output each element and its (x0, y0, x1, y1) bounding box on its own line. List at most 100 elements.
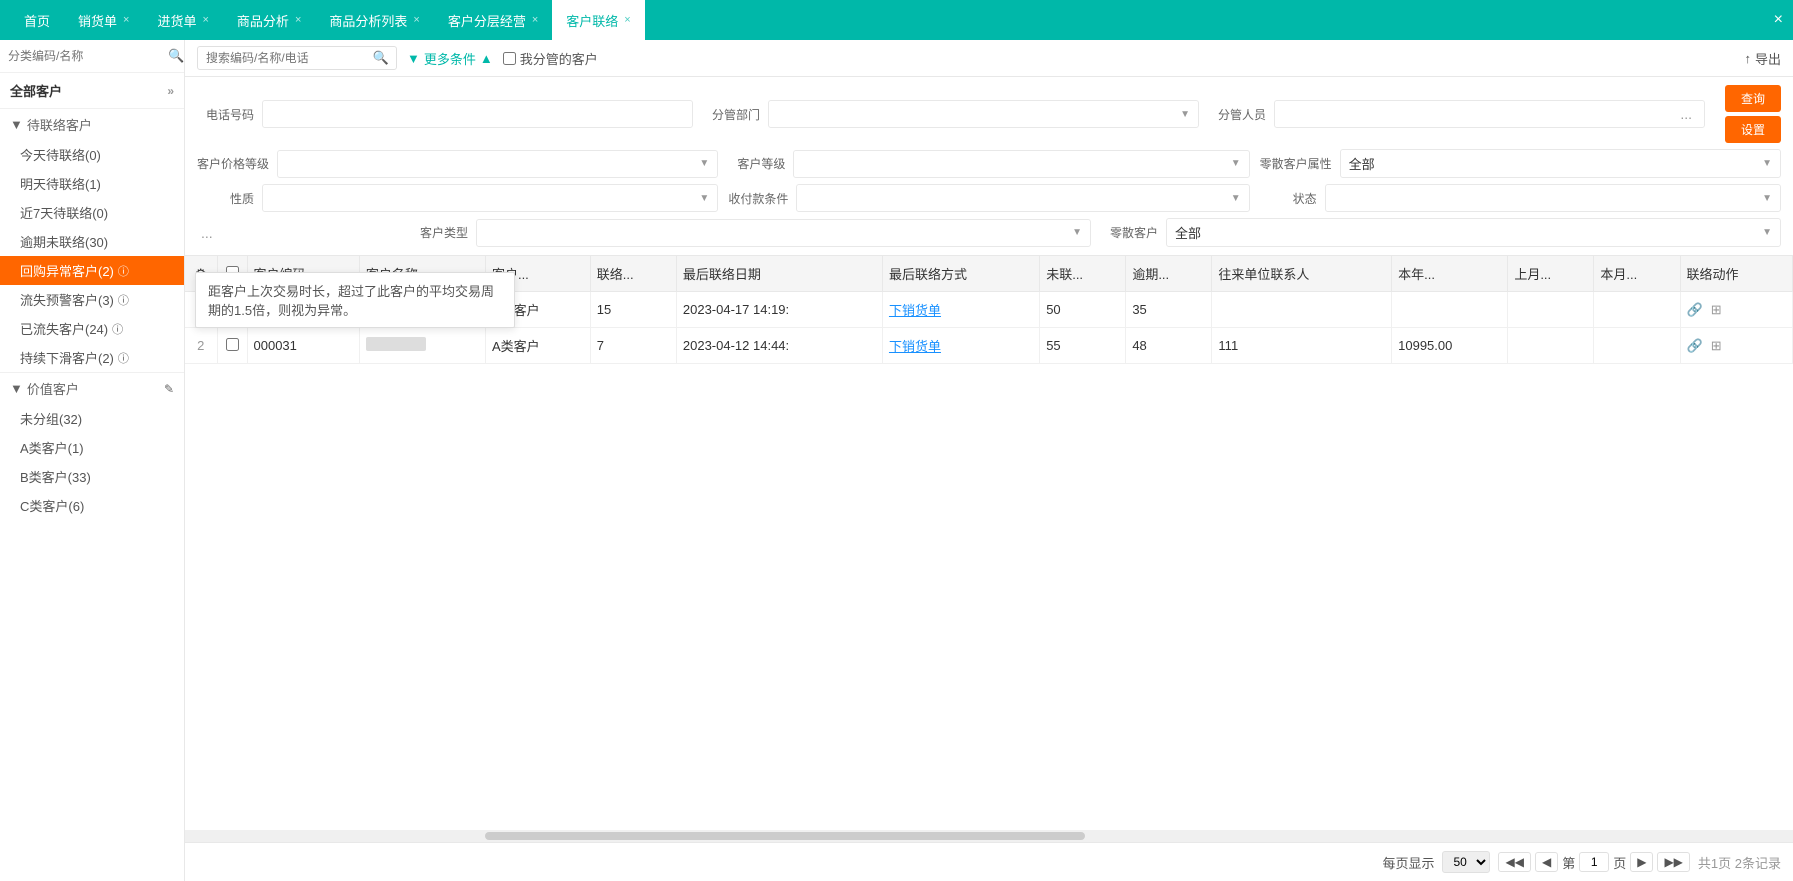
sidebar-item-b-class[interactable]: B类客户(33) (0, 462, 184, 491)
phone-input[interactable] (262, 100, 693, 128)
info-icon-2: ⓘ (118, 292, 129, 308)
col-this-month: 本月... (1594, 256, 1680, 292)
sidebar-search-input[interactable] (8, 49, 163, 63)
sidebar-item-churn-warning[interactable]: 流失预警客户(3) ⓘ (0, 285, 184, 314)
price-level-select[interactable]: ▼ (277, 150, 718, 178)
sidebar-item-today-followup[interactable]: 今天待联络(0) (0, 140, 184, 169)
close-product-analysis-icon[interactable]: × (295, 14, 301, 26)
sidebar-followup-section[interactable]: ▼ 待联络客户 (0, 109, 184, 140)
my-customer-checkbox[interactable] (503, 52, 516, 65)
branch-dept-select[interactable]: ▼ (768, 100, 1199, 128)
my-customer-checkbox-area: 我分管的客户 (503, 49, 598, 68)
page-label: 第 (1562, 853, 1575, 872)
nav-product-analysis-list[interactable]: 商品分析列表 × (315, 0, 433, 40)
repurchase-tooltip: 距客户上次交易时长，超过了此客户的平均交易周期的1.5倍，则视为异常。 (195, 272, 515, 328)
close-product-analysis-list-icon[interactable]: × (413, 14, 419, 26)
close-sales-order-icon[interactable]: × (123, 14, 129, 26)
customer-type-select[interactable]: ▼ (476, 219, 1091, 247)
page-next-button[interactable]: ▶ (1630, 852, 1653, 872)
sidebar-item-churned[interactable]: 已流失客户(24) ⓘ (0, 314, 184, 343)
row-contact-count-1: 15 (590, 292, 676, 328)
horizontal-scrollbar[interactable] (185, 830, 1793, 842)
settings-button[interactable]: 设置 (1725, 116, 1781, 143)
status-select[interactable]: ▼ (1325, 184, 1781, 212)
customer-level-arrow-icon: ▼ (1231, 158, 1241, 169)
search-bar-icon[interactable]: 🔍 (373, 50, 389, 66)
retail-customer-arrow-icon: ▼ (1762, 227, 1772, 238)
row-checkbox-2[interactable] (217, 328, 247, 364)
sidebar-item-repurchase-abnormal[interactable]: 回购异常客户(2) ⓘ (0, 256, 184, 285)
close-purchase-order-icon[interactable]: × (202, 14, 208, 26)
blurred-name-2 (366, 337, 426, 351)
page-last-button[interactable]: ▶▶ (1657, 852, 1689, 872)
sidebar-edit-icon[interactable]: ✎ (164, 382, 174, 396)
sidebar-item-7day-followup[interactable]: 近7天待联络(0) (0, 198, 184, 227)
page-suffix: 页 (1613, 853, 1626, 872)
gender-select[interactable]: ▼ (262, 184, 718, 212)
col-unlisted: 未联... (1040, 256, 1126, 292)
retail-attr-select[interactable]: 全部 ▼ (1340, 149, 1781, 178)
per-page-select[interactable]: 50 (1442, 851, 1490, 873)
sidebar-search-area: 🔍 (0, 40, 184, 73)
sidebar-item-unclassified[interactable]: 未分组(32) (0, 404, 184, 433)
sidebar-value-section[interactable]: ▼ 价值客户 ✎ (0, 372, 184, 404)
branch-person-input[interactable]: ... (1274, 100, 1705, 128)
nav-purchase-order[interactable]: 进货单 × (143, 0, 222, 40)
field-price-level: 客户价格等级 ▼ (197, 150, 718, 178)
row-last-date-1: 2023-04-17 14:19: (676, 292, 882, 328)
last-method-link-1[interactable]: 下销货单 (889, 303, 941, 318)
sidebar-collapse-icon[interactable]: » (167, 84, 174, 98)
col-last-month: 上月... (1508, 256, 1594, 292)
field-branch-person: 分管人员 ... (1209, 100, 1705, 128)
close-customer-contact-icon[interactable]: × (624, 14, 630, 26)
row-last-date-2: 2023-04-12 14:44: (676, 328, 882, 364)
export-button[interactable]: ↑ 导出 (1744, 49, 1781, 68)
sidebar-item-tomorrow-followup[interactable]: 明天待联络(1) (0, 169, 184, 198)
more-conditions-button[interactable]: ▼ 更多条件 ▲ (407, 49, 493, 68)
sidebar-item-declining[interactable]: 持续下滑客户(2) ⓘ (0, 343, 184, 372)
info-icon-3: ⓘ (112, 321, 123, 337)
search-input[interactable] (197, 46, 397, 70)
page-first-button[interactable]: ◀◀ (1498, 852, 1530, 872)
row-name-2 (359, 328, 485, 364)
row-contact-person-2: 111 (1212, 328, 1392, 364)
row-last-method-2[interactable]: 下销货单 (882, 328, 1039, 364)
last-method-link-2[interactable]: 下销货单 (889, 339, 941, 354)
action-link-icon-1[interactable]: 🔗 (1687, 302, 1703, 318)
sidebar-item-a-class[interactable]: A类客户(1) (0, 433, 184, 462)
field-retail-customer: 零散客户 全部 ▼ (1101, 218, 1781, 247)
field-branch-dept: 分管部门 ▼ (703, 100, 1199, 128)
window-close-button[interactable]: × (1774, 11, 1783, 29)
action-grid-icon-1[interactable]: ⊞ (1711, 302, 1722, 318)
sidebar-item-c-class[interactable]: C类客户(6) (0, 491, 184, 520)
sidebar-item-overdue-followup[interactable]: 逾期未联络(30) (0, 227, 184, 256)
sidebar: 🔍 全部客户 » ▼ 待联络客户 今天待联络(0) 明天待联络(1) 近7天待联… (0, 40, 185, 881)
action-link-icon-2[interactable]: 🔗 (1687, 338, 1703, 354)
nav-customer-contact[interactable]: 客户联络 × (552, 0, 644, 40)
row-actions-1: 🔗 ⊞ (1680, 292, 1792, 328)
field-retail-attr: 零散客户属性 全部 ▼ (1260, 149, 1781, 178)
sidebar-search-icon[interactable]: 🔍 (168, 48, 184, 64)
row-last-method-1[interactable]: 下销货单 (882, 292, 1039, 328)
payment-select[interactable]: ▼ (796, 184, 1249, 212)
retail-customer-select[interactable]: 全部 ▼ (1166, 218, 1781, 247)
nav-sales-order[interactable]: 销货单 × (64, 0, 143, 40)
page-prev-button[interactable]: ◀ (1535, 852, 1558, 872)
query-button[interactable]: 查询 (1725, 85, 1781, 112)
page-navigation: ◀◀ ◀ 第 页 ▶ ▶▶ (1498, 852, 1689, 872)
nav-customer-tier[interactable]: 客户分层经营 × (434, 0, 552, 40)
scrollbar-thumb[interactable] (485, 832, 1085, 840)
nav-home[interactable]: 首页 (10, 0, 64, 40)
action-grid-icon-2[interactable]: ⊞ (1711, 338, 1722, 354)
field-payment: 收付款条件 ▼ (728, 184, 1249, 212)
col-last-contact-method: 最后联络方式 (882, 256, 1039, 292)
customer-level-select[interactable]: ▼ (793, 150, 1249, 178)
branch-person-ellipsis-icon[interactable]: ... (1676, 106, 1696, 122)
sidebar-arrow-icon: ▼ (10, 117, 23, 132)
close-customer-tier-icon[interactable]: × (532, 14, 538, 26)
sidebar-all-customers[interactable]: 全部客户 » (0, 73, 184, 109)
payment-arrow-icon: ▼ (1231, 193, 1241, 204)
page-input[interactable] (1579, 852, 1609, 872)
more-fields-icon[interactable]: ... (197, 225, 217, 241)
nav-product-analysis[interactable]: 商品分析 × (223, 0, 315, 40)
